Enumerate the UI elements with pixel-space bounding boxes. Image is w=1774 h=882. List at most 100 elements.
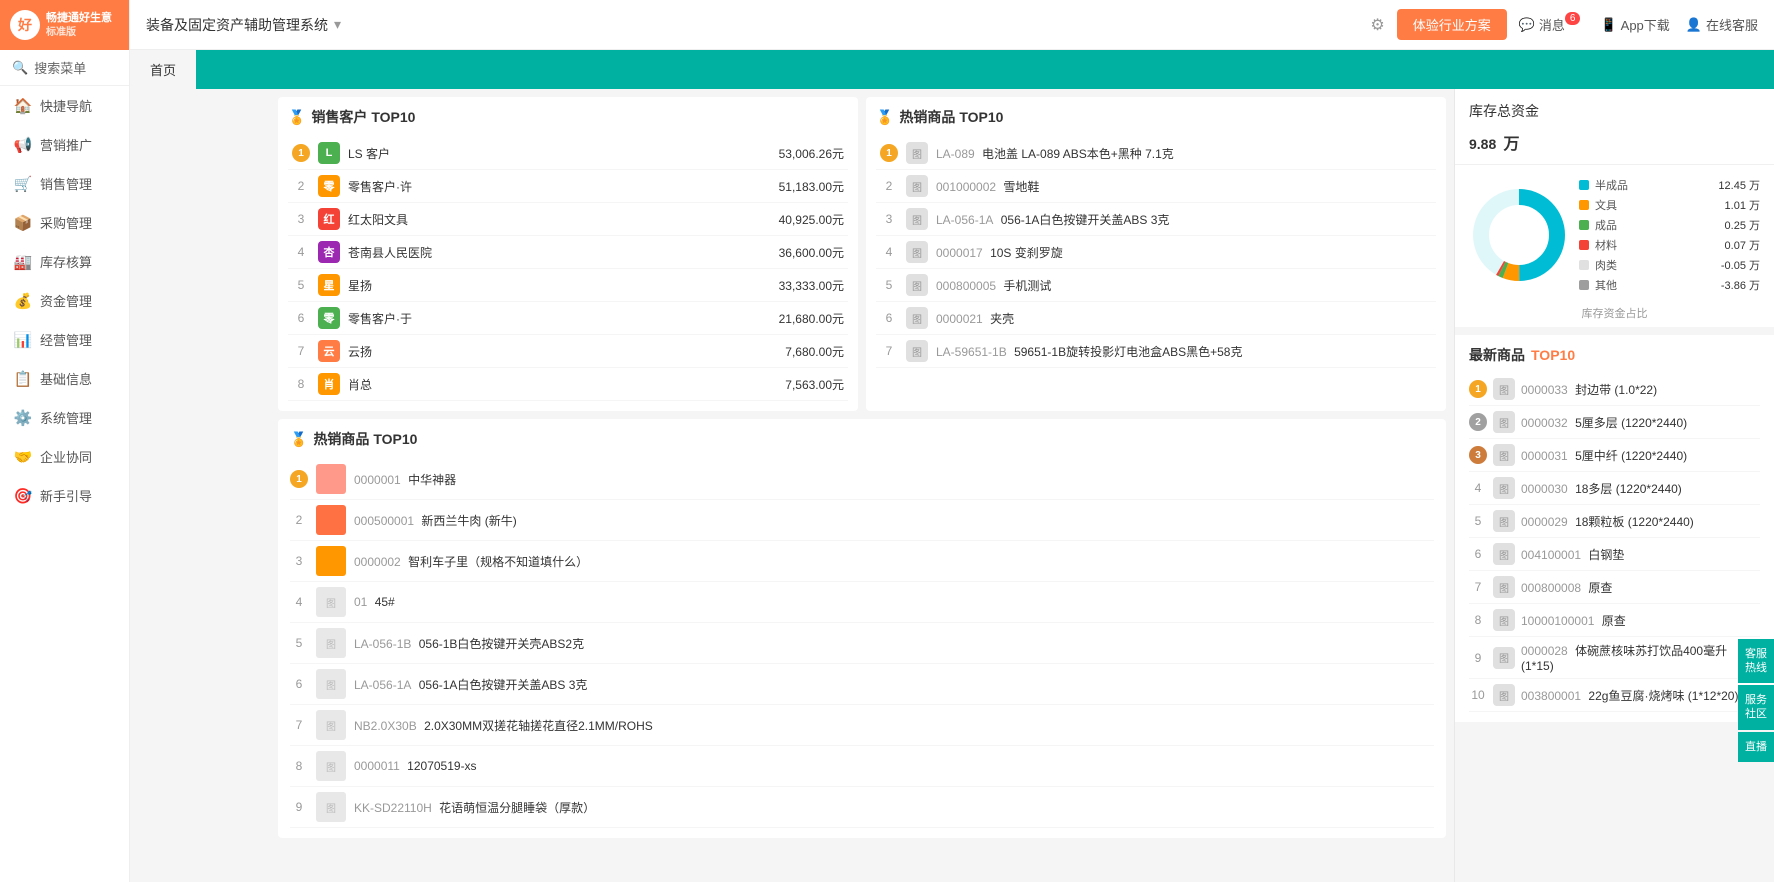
rank-num-4: 4 xyxy=(292,245,310,259)
rank-num: 9 xyxy=(1469,651,1487,665)
left-empty-panel xyxy=(130,89,270,882)
legend-item: 肉类 -0.05 万 xyxy=(1579,255,1760,275)
avatar: 杏 xyxy=(318,241,340,263)
avatar: L xyxy=(318,142,340,164)
latest-product-row: 7 图 000800008 原查 xyxy=(1469,571,1760,604)
product-img: 图 xyxy=(1493,684,1515,706)
sidebar-item-yingxiao[interactable]: 📢 营销推广 xyxy=(0,125,129,164)
list-item: 5 星 星扬 33,333.00元 xyxy=(288,269,848,302)
list-item: 4 杏 苍南县人民医院 36,600.00元 xyxy=(288,236,848,269)
topbar-title: 装备及固定资产辅助管理系统 ▾ xyxy=(146,15,1358,35)
hot-product-row: 9 图 KK-SD22110H 花语萌恒温分腿睡袋（厚款） xyxy=(290,787,1434,828)
chevron-down-icon[interactable]: ▾ xyxy=(334,16,341,33)
legend-item: 材料 0.07 万 xyxy=(1579,235,1760,255)
top-sections: 🏅 销售客户 TOP10 1 L LS 客户 53,006.26元 2 零 xyxy=(270,89,1454,411)
donut-chart-container: 半成品 12.45 万 文具 1.01 万 成品 0.25 万 xyxy=(1455,165,1774,305)
product-img: 图 xyxy=(1493,411,1515,433)
hot-product-img xyxy=(316,546,346,576)
rank-num-8: 8 xyxy=(292,377,310,391)
sidebar-item-zijin[interactable]: 💰 资金管理 xyxy=(0,281,129,320)
tab-home[interactable]: 首页 xyxy=(130,50,196,89)
product-img: 图 xyxy=(906,340,928,362)
float-btn-community[interactable]: 服务 社区 xyxy=(1738,685,1774,730)
legend-dot xyxy=(1579,240,1589,250)
search-icon: 🔍 xyxy=(12,60,28,76)
customer-ranking-section: 🏅 销售客户 TOP10 1 L LS 客户 53,006.26元 2 零 xyxy=(278,97,858,411)
inventory-legend: 半成品 12.45 万 文具 1.01 万 成品 0.25 万 xyxy=(1579,175,1760,295)
gear-icon[interactable]: ⚙ xyxy=(1370,15,1384,35)
message-icon: 💬 xyxy=(1519,17,1535,33)
sidebar-item-xiaoshou[interactable]: 🛒 销售管理 xyxy=(0,164,129,203)
rank-num: 3 xyxy=(880,212,898,226)
legend-dot xyxy=(1579,280,1589,290)
hot-products-section: 🏅 热销商品 TOP10 1 0000001 中华神器 2 000500001 xyxy=(278,419,1446,838)
product-ranking-section: 🏅 热销商品 TOP10 1 图 LA-089 电池盖 LA-089 ABS本色… xyxy=(866,97,1446,411)
hot-product-placeholder: 图 xyxy=(316,587,346,617)
sidebar-item-kuaijie[interactable]: 🏠 快捷导航 xyxy=(0,86,129,125)
legend-dot xyxy=(1579,180,1589,190)
product-img: 图 xyxy=(906,307,928,329)
sidebar-item-xitong[interactable]: ⚙️ 系统管理 xyxy=(0,398,129,437)
messages-badge: 6 xyxy=(1565,12,1581,25)
rank-num: 7 xyxy=(1469,580,1487,594)
list-item: 6 图 0000021 夹壳 xyxy=(876,302,1436,335)
trial-button[interactable]: 体验行业方案 xyxy=(1397,9,1507,40)
online-service-button[interactable]: 👤 在线客服 xyxy=(1686,15,1758,34)
sidebar-item-qiye[interactable]: 🤝 企业协同 xyxy=(0,437,129,476)
legend-dot xyxy=(1579,260,1589,270)
rank-num: 4 xyxy=(880,245,898,259)
hot-product-placeholder: 图 xyxy=(316,792,346,822)
sidebar-search[interactable]: 🔍 搜索菜单 xyxy=(0,50,129,86)
sidebar-item-jichu[interactable]: 📋 基础信息 xyxy=(0,359,129,398)
rank-badge-1: 1 xyxy=(292,144,310,162)
customer-list: 1 L LS 客户 53,006.26元 2 零 零售客户·许 51,183.0… xyxy=(288,137,848,401)
legend-item: 文具 1.01 万 xyxy=(1579,195,1760,215)
list-item: 5 图 000800005 手机测试 xyxy=(876,269,1436,302)
rank-num-7: 7 xyxy=(292,344,310,358)
sidebar-item-caigou[interactable]: 📦 采购管理 xyxy=(0,203,129,242)
list-item: 2 图 001000002 雪地鞋 xyxy=(876,170,1436,203)
sidebar-item-kucun[interactable]: 🏭 库存核算 xyxy=(0,242,129,281)
rank-num: 8 xyxy=(1469,613,1487,627)
rank-num: 3 xyxy=(290,554,308,568)
rank-num: 5 xyxy=(880,278,898,292)
rank-num: 7 xyxy=(880,344,898,358)
messages-button[interactable]: 💬 消息 6 xyxy=(1519,15,1585,34)
product-img: 图 xyxy=(1493,543,1515,565)
app-download-button[interactable]: 📱 App下载 xyxy=(1600,15,1669,34)
hot-product-row: 2 000500001 新西兰牛肉 (新牛) xyxy=(290,500,1434,541)
marketing-icon: 📢 xyxy=(14,136,32,154)
sidebar-item-jingying[interactable]: 📊 经营管理 xyxy=(0,320,129,359)
middle-panel: 🏅 销售客户 TOP10 1 L LS 客户 53,006.26元 2 零 xyxy=(270,89,1454,882)
hot-product-row: 3 0000002 智利车子里（规格不知道填什么） xyxy=(290,541,1434,582)
rank-num: 5 xyxy=(290,636,308,650)
sidebar-item-xinshou[interactable]: 🎯 新手引导 xyxy=(0,476,129,515)
rank-num: 6 xyxy=(880,311,898,325)
home-icon: 🏠 xyxy=(14,97,32,115)
product-img: 图 xyxy=(906,142,928,164)
mobile-icon: 📱 xyxy=(1600,17,1616,33)
hot-product-row: 1 0000001 中华神器 xyxy=(290,459,1434,500)
avatar: 红 xyxy=(318,208,340,230)
legend-dot xyxy=(1579,200,1589,210)
rank-num: 6 xyxy=(1469,547,1487,561)
hot-product-img xyxy=(316,505,346,535)
rank-num-5: 5 xyxy=(292,278,310,292)
latest-products-title: 最新商品 TOP10 xyxy=(1469,345,1760,365)
hot-product-placeholder: 图 xyxy=(316,710,346,740)
hot-product-row: 4 图 01 45# xyxy=(290,582,1434,623)
latest-product-row: 10 图 003800001 22g鱼豆腐·烧烤味 (1*12*20) xyxy=(1469,679,1760,712)
list-item: 4 图 0000017 10S 变刹罗旋 xyxy=(876,236,1436,269)
product-img: 图 xyxy=(1493,477,1515,499)
latest-product-row: 9 图 0000028 体碗蔗核味苏打饮品400毫升 (1*15) xyxy=(1469,637,1760,679)
rank-num: 7 xyxy=(290,718,308,732)
avatar: 星 xyxy=(318,274,340,296)
float-btn-service[interactable]: 客服 热线 xyxy=(1738,639,1774,684)
rank-num: 2 xyxy=(880,179,898,193)
float-btn-live[interactable]: 直播 xyxy=(1738,732,1774,762)
list-item: 8 肖 肖总 7,563.00元 xyxy=(288,368,848,401)
list-item: 1 图 LA-089 电池盖 LA-089 ABS本色+黑种 7.1克 xyxy=(876,137,1436,170)
rank-num-3: 3 xyxy=(292,212,310,226)
inventory-total-label: 库存总资金 xyxy=(1469,101,1760,121)
product-ranking-title: 🏅 热销商品 TOP10 xyxy=(876,107,1436,127)
